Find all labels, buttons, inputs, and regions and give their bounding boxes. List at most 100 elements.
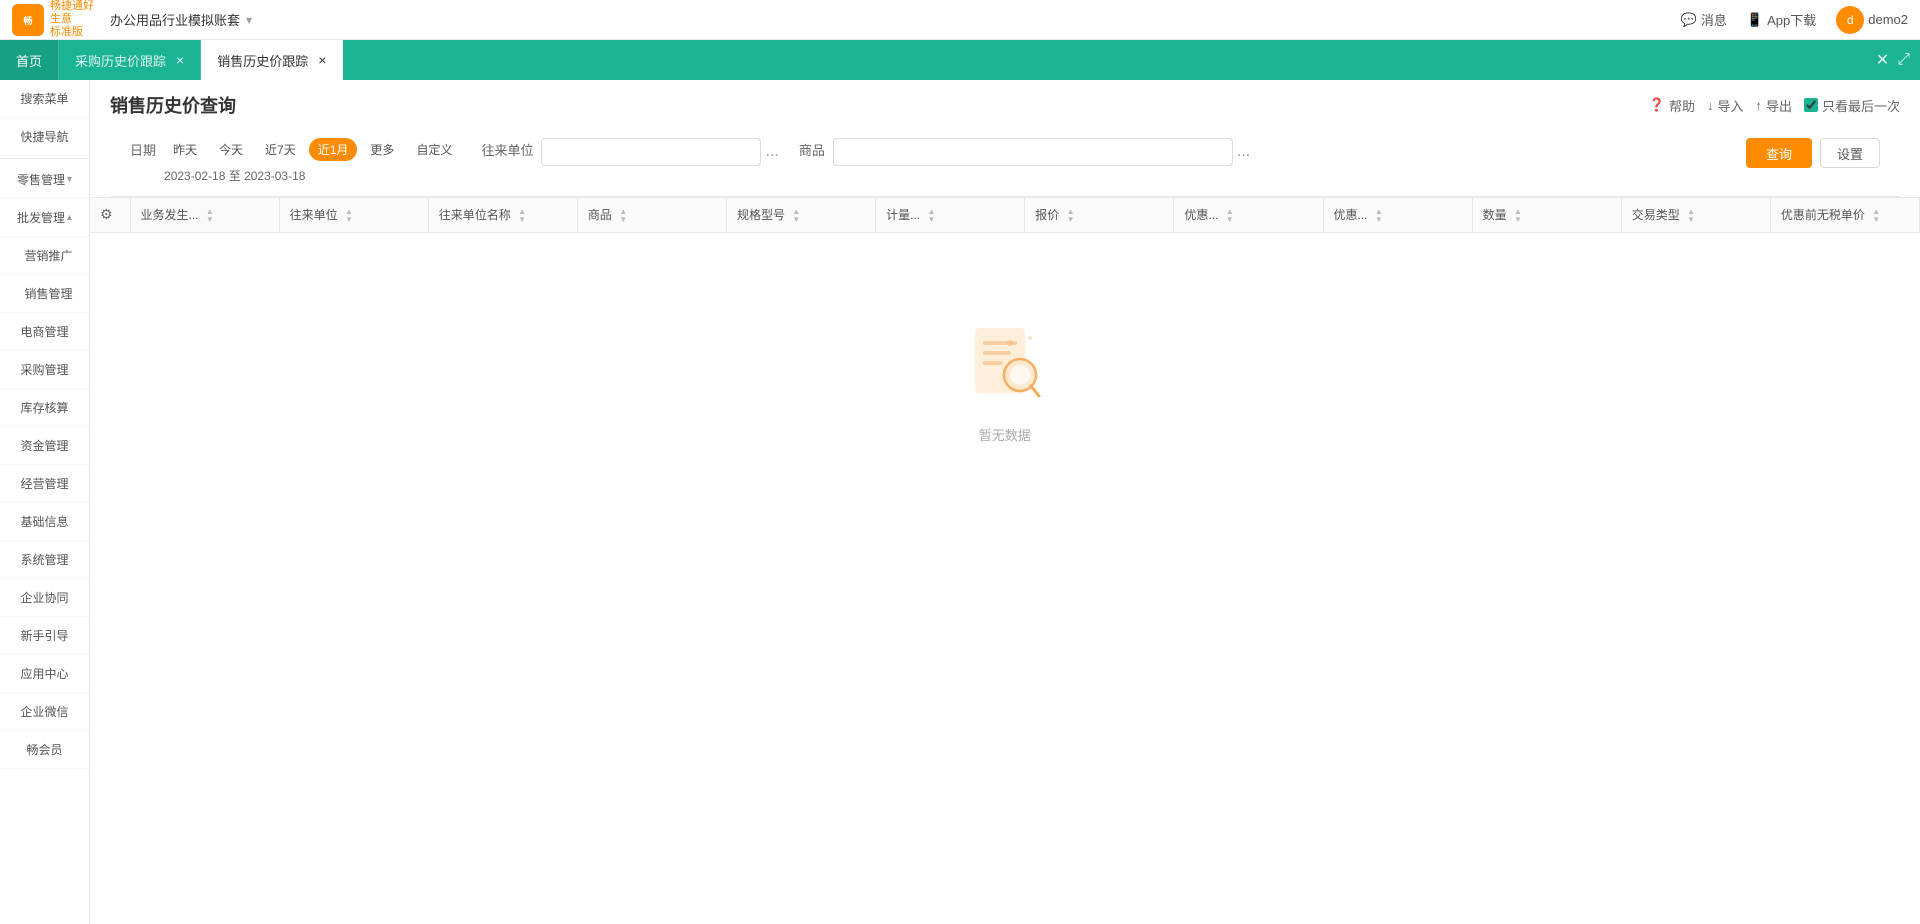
query-button[interactable]: 查询 bbox=[1746, 138, 1812, 168]
page-title: 销售历史价查询 bbox=[110, 92, 236, 118]
tab-close-sales[interactable]: × bbox=[318, 53, 326, 67]
sort-arrows-unit: ▲ ▼ bbox=[927, 208, 935, 224]
page-header: 销售历史价查询 ❓ 帮助 ↓ 导入 ↑ 导出 bbox=[90, 80, 1920, 198]
svg-text:畅: 畅 bbox=[23, 15, 32, 26]
sort-arrows-partner-name: ▲ ▼ bbox=[518, 208, 526, 224]
partner-select-icon[interactable]: ... bbox=[765, 143, 778, 161]
tab-home[interactable]: 首页 bbox=[0, 40, 59, 80]
sidebar-item-enterprise[interactable]: 企业协同 bbox=[0, 579, 89, 617]
tab-bar-right: ✕ ⤢ bbox=[1876, 50, 1920, 70]
only-last-label[interactable]: 只看最后一次 bbox=[1804, 96, 1900, 115]
sidebar-item-purchase-mgmt[interactable]: 采购管理 bbox=[0, 351, 89, 389]
th-partner-id[interactable]: 往来单位 ▲ ▼ bbox=[279, 198, 428, 232]
date-btn-yesterday[interactable]: 昨天 bbox=[164, 138, 206, 161]
export-icon: ↑ bbox=[1755, 98, 1762, 113]
th-quantity[interactable]: 数量 ▲ ▼ bbox=[1472, 198, 1621, 232]
close-window-icon[interactable]: ✕ bbox=[1876, 50, 1889, 70]
th-goods[interactable]: 商品 ▲ ▼ bbox=[577, 198, 726, 232]
sidebar-item-system[interactable]: 系统管理 bbox=[0, 541, 89, 579]
sort-arrows-quantity: ▲ ▼ bbox=[1514, 208, 1522, 224]
th-partner-name[interactable]: 往来单位名称 ▲ ▼ bbox=[428, 198, 577, 232]
sidebar-item-guide[interactable]: 新手引导 bbox=[0, 617, 89, 655]
only-last-checkbox[interactable] bbox=[1804, 98, 1818, 112]
goods-select: ... bbox=[833, 138, 1250, 166]
app-download-btn[interactable]: 📱 App下载 bbox=[1747, 10, 1816, 29]
th-discount2[interactable]: 优惠... ▲ ▼ bbox=[1323, 198, 1472, 232]
sidebar-item-quick-nav[interactable]: 快捷导航 bbox=[0, 118, 89, 156]
sidebar-item-search-menu[interactable]: 搜索菜单 bbox=[0, 80, 89, 118]
th-business-date[interactable]: 业务发生... ▲ ▼ bbox=[130, 198, 279, 232]
date-filter-group: 日期 昨天 今天 近7天 近1月 更多 自定义 2023-02-18 至 202… bbox=[130, 138, 461, 184]
sidebar-item-operations[interactable]: 经营管理 bbox=[0, 465, 89, 503]
sidebar-item-marketing[interactable]: 营销推广 bbox=[0, 237, 89, 275]
date-btn-more[interactable]: 更多 bbox=[361, 138, 403, 161]
sidebar-item-wechat[interactable]: 企业微信 bbox=[0, 693, 89, 731]
message-icon: 💬 bbox=[1681, 12, 1697, 28]
logo-text: 畅捷通好生意 标准版 bbox=[50, 0, 102, 39]
th-discount1[interactable]: 优惠... ▲ ▼ bbox=[1174, 198, 1323, 232]
export-action[interactable]: ↑ 导出 bbox=[1755, 96, 1792, 115]
th-quote[interactable]: 报价 ▲ ▼ bbox=[1025, 198, 1174, 232]
main-layout: 搜索菜单 快捷导航 零售管理 ▾ 批发管理 ▴ 营销推广 销售管理 电商管理 采… bbox=[0, 80, 1920, 924]
empty-state-row: 暂无数据 bbox=[90, 232, 1920, 524]
user-menu[interactable]: d demo2 bbox=[1836, 6, 1908, 34]
th-trade-type[interactable]: 交易类型 ▲ ▼ bbox=[1621, 198, 1770, 232]
partner-filter-group: 往来单位 ... bbox=[481, 138, 778, 166]
sidebar-divider bbox=[0, 158, 89, 159]
tab-bar: 首页 采购历史价跟踪 × 销售历史价跟踪 × ✕ ⤢ bbox=[0, 40, 1920, 80]
message-btn[interactable]: 💬 消息 bbox=[1681, 10, 1727, 29]
goods-label: 商品 bbox=[799, 138, 825, 159]
date-range-display: 2023-02-18 至 2023-03-18 bbox=[164, 167, 461, 184]
maximize-icon[interactable]: ⤢ bbox=[1897, 51, 1910, 69]
empty-text: 暂无数据 bbox=[979, 425, 1031, 444]
sort-arrows-discount1: ▲ ▼ bbox=[1226, 208, 1234, 224]
sidebar-item-wholesale-mgmt[interactable]: 批发管理 ▴ bbox=[0, 199, 89, 237]
sidebar-item-finance[interactable]: 资金管理 bbox=[0, 427, 89, 465]
th-settings: ⚙ bbox=[90, 198, 130, 232]
help-action[interactable]: ❓ 帮助 bbox=[1649, 96, 1695, 115]
sort-arrows-quote: ▲ ▼ bbox=[1067, 208, 1075, 224]
page-content: 销售历史价查询 ❓ 帮助 ↓ 导入 ↑ 导出 bbox=[90, 80, 1920, 924]
sidebar-item-app-center[interactable]: 应用中心 bbox=[0, 655, 89, 693]
empty-state-icon bbox=[955, 313, 1055, 413]
partner-label: 往来单位 bbox=[481, 138, 533, 159]
date-buttons: 昨天 今天 近7天 近1月 更多 自定义 bbox=[164, 138, 461, 161]
filter-bar: 日期 昨天 今天 近7天 近1月 更多 自定义 2023-02-18 至 202… bbox=[110, 128, 1900, 197]
date-btn-1month[interactable]: 近1月 bbox=[309, 138, 358, 161]
th-unit[interactable]: 计量... ▲ ▼ bbox=[876, 198, 1025, 232]
tab-close-purchase[interactable]: × bbox=[176, 53, 184, 67]
sort-arrows-business-date: ▲ ▼ bbox=[206, 208, 214, 224]
tab-sales-history[interactable]: 销售历史价跟踪 × bbox=[201, 40, 343, 80]
page-title-row: 销售历史价查询 ❓ 帮助 ↓ 导入 ↑ 导出 bbox=[110, 92, 1900, 118]
sidebar-item-retail-mgmt[interactable]: 零售管理 ▾ bbox=[0, 161, 89, 199]
avatar: d bbox=[1836, 6, 1864, 34]
date-btn-custom[interactable]: 自定义 bbox=[407, 138, 461, 161]
sort-arrows-goods: ▲ ▼ bbox=[619, 208, 627, 224]
sidebar-item-inventory[interactable]: 库存核算 bbox=[0, 389, 89, 427]
column-settings-icon[interactable]: ⚙ bbox=[100, 206, 113, 222]
goods-select-icon[interactable]: ... bbox=[1237, 143, 1250, 161]
data-table: ⚙ 业务发生... ▲ ▼ 往来单位 ▲ bbox=[90, 198, 1920, 524]
sidebar-item-member[interactable]: 畅会员 bbox=[0, 731, 89, 769]
sidebar-item-ecommerce[interactable]: 电商管理 bbox=[0, 313, 89, 351]
sidebar-item-sales-mgmt[interactable]: 销售管理 bbox=[0, 275, 89, 313]
partner-select: ... bbox=[541, 138, 778, 166]
chevron-down-icon: ▾ bbox=[67, 174, 72, 185]
th-pre-tax-price[interactable]: 优惠前无税单价 ▲ ▼ bbox=[1770, 198, 1919, 232]
th-spec[interactable]: 规格型号 ▲ ▼ bbox=[727, 198, 876, 232]
logo-area: 畅 畅捷通好生意 标准版 bbox=[12, 0, 102, 39]
goods-input[interactable] bbox=[833, 138, 1233, 166]
date-btn-7days[interactable]: 近7天 bbox=[256, 138, 305, 161]
sidebar-item-basic-info[interactable]: 基础信息 bbox=[0, 503, 89, 541]
table-header-row: ⚙ 业务发生... ▲ ▼ 往来单位 ▲ bbox=[90, 198, 1920, 232]
filter-actions: 查询 设置 bbox=[1746, 138, 1880, 168]
tab-purchase-history[interactable]: 采购历史价跟踪 × bbox=[59, 40, 201, 80]
settings-button[interactable]: 设置 bbox=[1820, 138, 1880, 168]
date-options: 昨天 今天 近7天 近1月 更多 自定义 2023-02-18 至 2023-0… bbox=[164, 138, 461, 184]
date-btn-today[interactable]: 今天 bbox=[210, 138, 252, 161]
empty-state: 暂无数据 bbox=[90, 233, 1920, 524]
app-selector[interactable]: 办公用品行业模拟账套 ▾ bbox=[110, 10, 252, 29]
partner-input[interactable] bbox=[541, 138, 761, 166]
import-action[interactable]: ↓ 导入 bbox=[1707, 96, 1744, 115]
username-label: demo2 bbox=[1868, 12, 1908, 27]
